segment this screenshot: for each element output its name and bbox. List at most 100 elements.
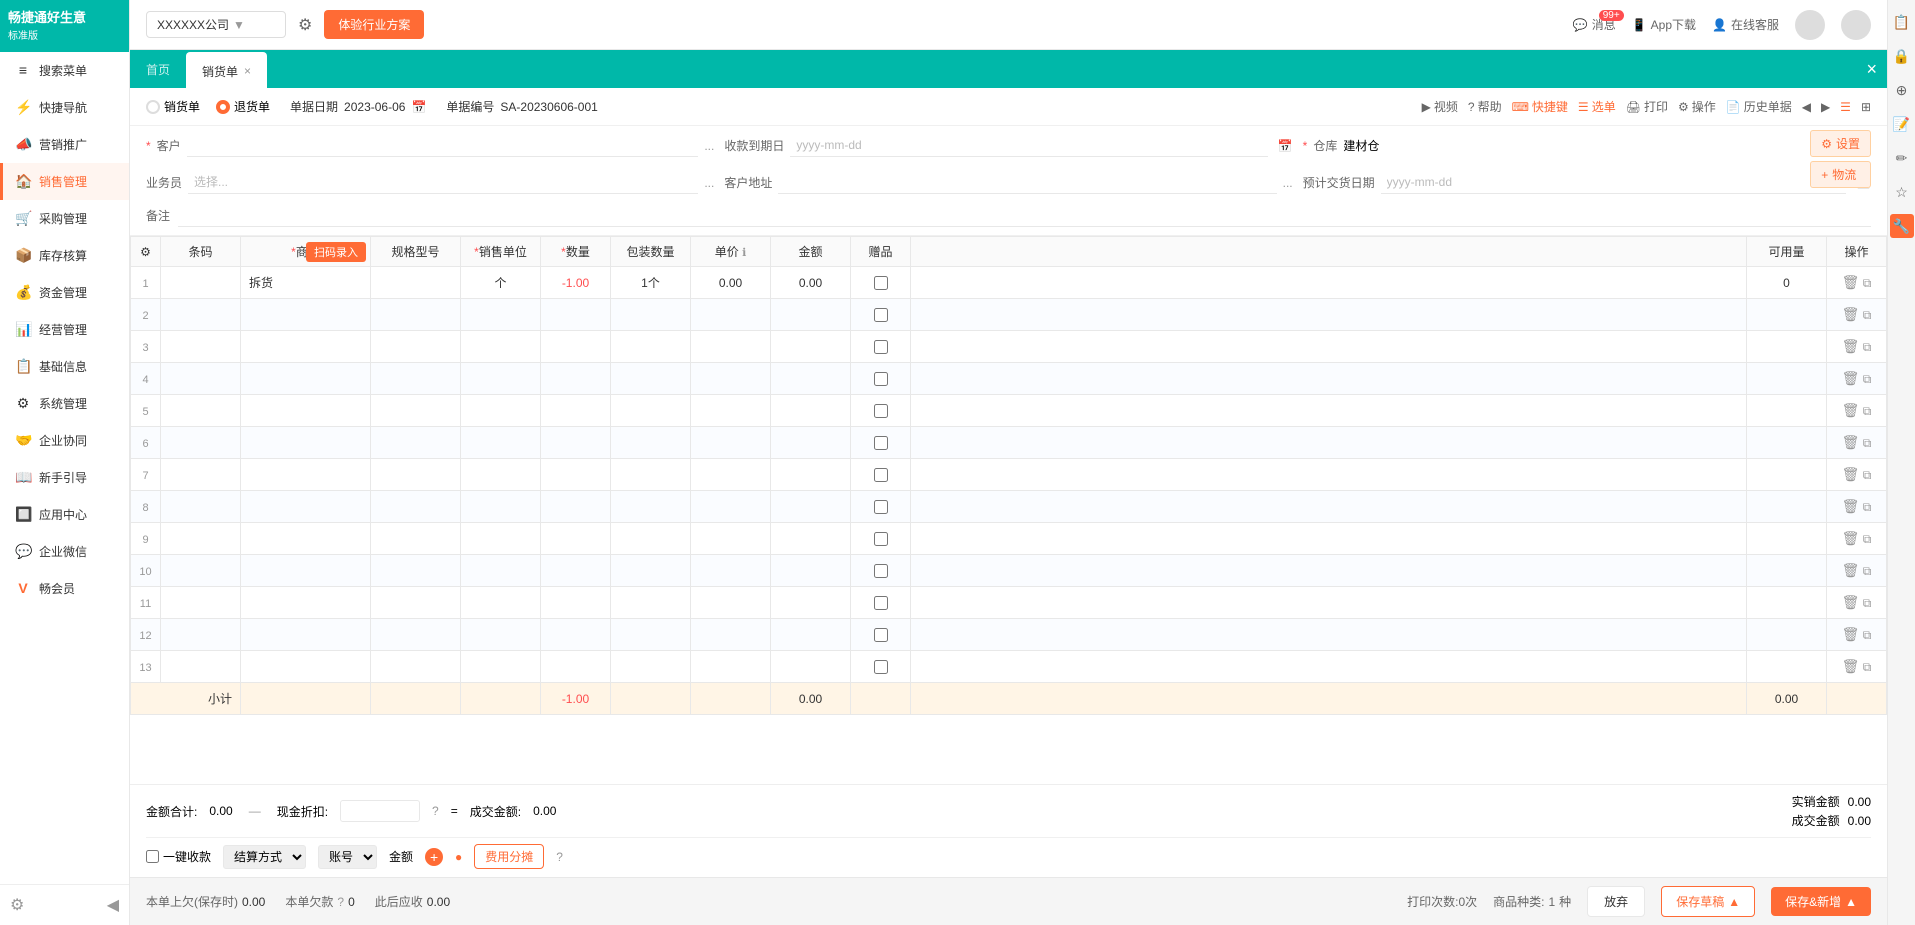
- logistics-btn[interactable]: + 物流: [1810, 161, 1871, 188]
- settings-bottom-btn[interactable]: ⚙: [10, 895, 24, 915]
- gift-checkbox[interactable]: [874, 628, 888, 642]
- row-barcode-cell[interactable]: [161, 587, 241, 619]
- copy-row-btn[interactable]: ⧉: [1863, 308, 1872, 323]
- delete-row-btn[interactable]: 🗑: [1842, 466, 1860, 483]
- sidebar-item-finance[interactable]: 💰 资金管理: [0, 274, 129, 311]
- row-qty-cell[interactable]: [541, 459, 611, 491]
- copy-row-btn[interactable]: ⧉: [1863, 564, 1872, 579]
- delete-row-btn[interactable]: 🗑: [1842, 434, 1860, 451]
- row-spec-cell[interactable]: [371, 331, 461, 363]
- message-btn[interactable]: 💬 消息 99+: [1573, 16, 1616, 33]
- row-price-cell[interactable]: [691, 523, 771, 555]
- sidebar-item-purchase[interactable]: 🛒 采购管理: [0, 200, 129, 237]
- row-qty-cell[interactable]: [541, 651, 611, 683]
- row-qty-cell[interactable]: [541, 555, 611, 587]
- gift-checkbox[interactable]: [874, 276, 888, 290]
- tab-home[interactable]: 首页: [130, 50, 186, 88]
- row-qty-cell[interactable]: [541, 619, 611, 651]
- row-barcode-cell[interactable]: [161, 619, 241, 651]
- fee-btn[interactable]: 费用分摊: [474, 844, 544, 869]
- discard-btn[interactable]: 放弃: [1587, 886, 1645, 917]
- right-panel-icon-6[interactable]: ☆: [1890, 180, 1914, 204]
- row-price-cell[interactable]: 0.00: [691, 267, 771, 299]
- row-price-cell[interactable]: [691, 299, 771, 331]
- row-price-cell[interactable]: [691, 459, 771, 491]
- gift-checkbox[interactable]: [874, 564, 888, 578]
- row-barcode-cell[interactable]: [161, 459, 241, 491]
- avatar[interactable]: [1795, 10, 1825, 40]
- row-price-cell[interactable]: [691, 363, 771, 395]
- copy-row-btn[interactable]: ⧉: [1863, 340, 1872, 355]
- row-spec-cell[interactable]: [371, 395, 461, 427]
- row-barcode-cell[interactable]: [161, 491, 241, 523]
- gift-checkbox[interactable]: [874, 404, 888, 418]
- row-spec-cell[interactable]: [371, 587, 461, 619]
- delete-row-btn[interactable]: 🗑: [1842, 306, 1860, 323]
- copy-row-btn[interactable]: ⧉: [1863, 436, 1872, 451]
- row-gift-cell[interactable]: [851, 299, 911, 331]
- discount-input[interactable]: [340, 800, 420, 822]
- tab-sales-order[interactable]: 销货单 ×: [186, 52, 267, 90]
- scan-btn[interactable]: 扫码录入: [306, 242, 366, 262]
- experience-btn[interactable]: 体验行业方案: [324, 10, 424, 39]
- row-spec-cell[interactable]: [371, 619, 461, 651]
- delete-row-btn[interactable]: 🗑: [1842, 658, 1860, 675]
- row-barcode-cell[interactable]: [161, 395, 241, 427]
- row-barcode-cell[interactable]: [161, 651, 241, 683]
- save-new-btn[interactable]: 保存&新增 ▲: [1771, 887, 1871, 916]
- col-header-settings[interactable]: ⚙: [131, 237, 161, 267]
- app-download-btn[interactable]: 📱 App下载: [1632, 16, 1696, 33]
- gift-checkbox[interactable]: [874, 596, 888, 610]
- row-qty-cell[interactable]: -1.00: [541, 267, 611, 299]
- right-panel-icon-5[interactable]: ✏: [1890, 146, 1914, 170]
- remarks-input[interactable]: [178, 204, 1871, 227]
- row-qty-cell[interactable]: [541, 363, 611, 395]
- row-gift-cell[interactable]: [851, 427, 911, 459]
- row-spec-cell[interactable]: [371, 267, 461, 299]
- row-gift-cell[interactable]: [851, 395, 911, 427]
- row-gift-cell[interactable]: [851, 331, 911, 363]
- company-select[interactable]: XXXXXX公司 ▼: [146, 11, 286, 38]
- address-input[interactable]: [778, 171, 1276, 194]
- online-service-btn[interactable]: 👤 在线客服: [1712, 16, 1779, 33]
- row-price-cell[interactable]: [691, 395, 771, 427]
- gift-checkbox[interactable]: [874, 308, 888, 322]
- gift-checkbox[interactable]: [874, 372, 888, 386]
- customer-dots[interactable]: ...: [704, 139, 714, 153]
- calendar-icon[interactable]: 📅: [411, 100, 426, 114]
- gift-checkbox[interactable]: [874, 340, 888, 354]
- sidebar-item-marketing[interactable]: 📣 营销推广: [0, 126, 129, 163]
- row-spec-cell[interactable]: [371, 555, 461, 587]
- shortcut-btn[interactable]: ⌨ 快捷键: [1512, 98, 1568, 115]
- sidebar-item-inventory[interactable]: 📦 库存核算: [0, 237, 129, 274]
- row-gift-cell[interactable]: [851, 459, 911, 491]
- sidebar-item-operation[interactable]: 📊 经营管理: [0, 311, 129, 348]
- row-gift-cell[interactable]: [851, 363, 911, 395]
- row-barcode-cell[interactable]: [161, 555, 241, 587]
- sidebar-item-base[interactable]: 📋 基础信息: [0, 348, 129, 385]
- radio-sales[interactable]: 销货单: [146, 98, 200, 115]
- gift-checkbox[interactable]: [874, 468, 888, 482]
- one-click-payment-checkbox[interactable]: 一键收款: [146, 848, 211, 865]
- right-panel-icon-2[interactable]: 🔒: [1890, 44, 1914, 68]
- settlement-method-select[interactable]: 结算方式: [223, 845, 306, 869]
- collapse-btn[interactable]: ◀: [107, 895, 119, 915]
- row-qty-cell[interactable]: [541, 427, 611, 459]
- salesperson-dots[interactable]: ...: [704, 176, 714, 190]
- row-qty-cell[interactable]: [541, 395, 611, 427]
- copy-row-btn[interactable]: ⧉: [1863, 660, 1872, 675]
- calendar-date-icon[interactable]: 📅: [1278, 139, 1293, 153]
- row-gift-cell[interactable]: [851, 619, 911, 651]
- copy-row-btn[interactable]: ⧉: [1863, 276, 1872, 291]
- gift-checkbox[interactable]: [874, 500, 888, 514]
- delete-row-btn[interactable]: 🗑: [1842, 274, 1860, 291]
- copy-row-btn[interactable]: ⧉: [1863, 468, 1872, 483]
- next-btn[interactable]: ▶: [1821, 100, 1830, 114]
- save-draft-btn[interactable]: 保存草稿 ▲: [1661, 886, 1755, 917]
- delete-row-btn[interactable]: 🗑: [1842, 338, 1860, 355]
- row-price-cell[interactable]: [691, 427, 771, 459]
- row-gift-cell[interactable]: [851, 523, 911, 555]
- right-panel-icon-4[interactable]: 📝: [1890, 112, 1914, 136]
- row-price-cell[interactable]: [691, 619, 771, 651]
- row-price-cell[interactable]: [691, 651, 771, 683]
